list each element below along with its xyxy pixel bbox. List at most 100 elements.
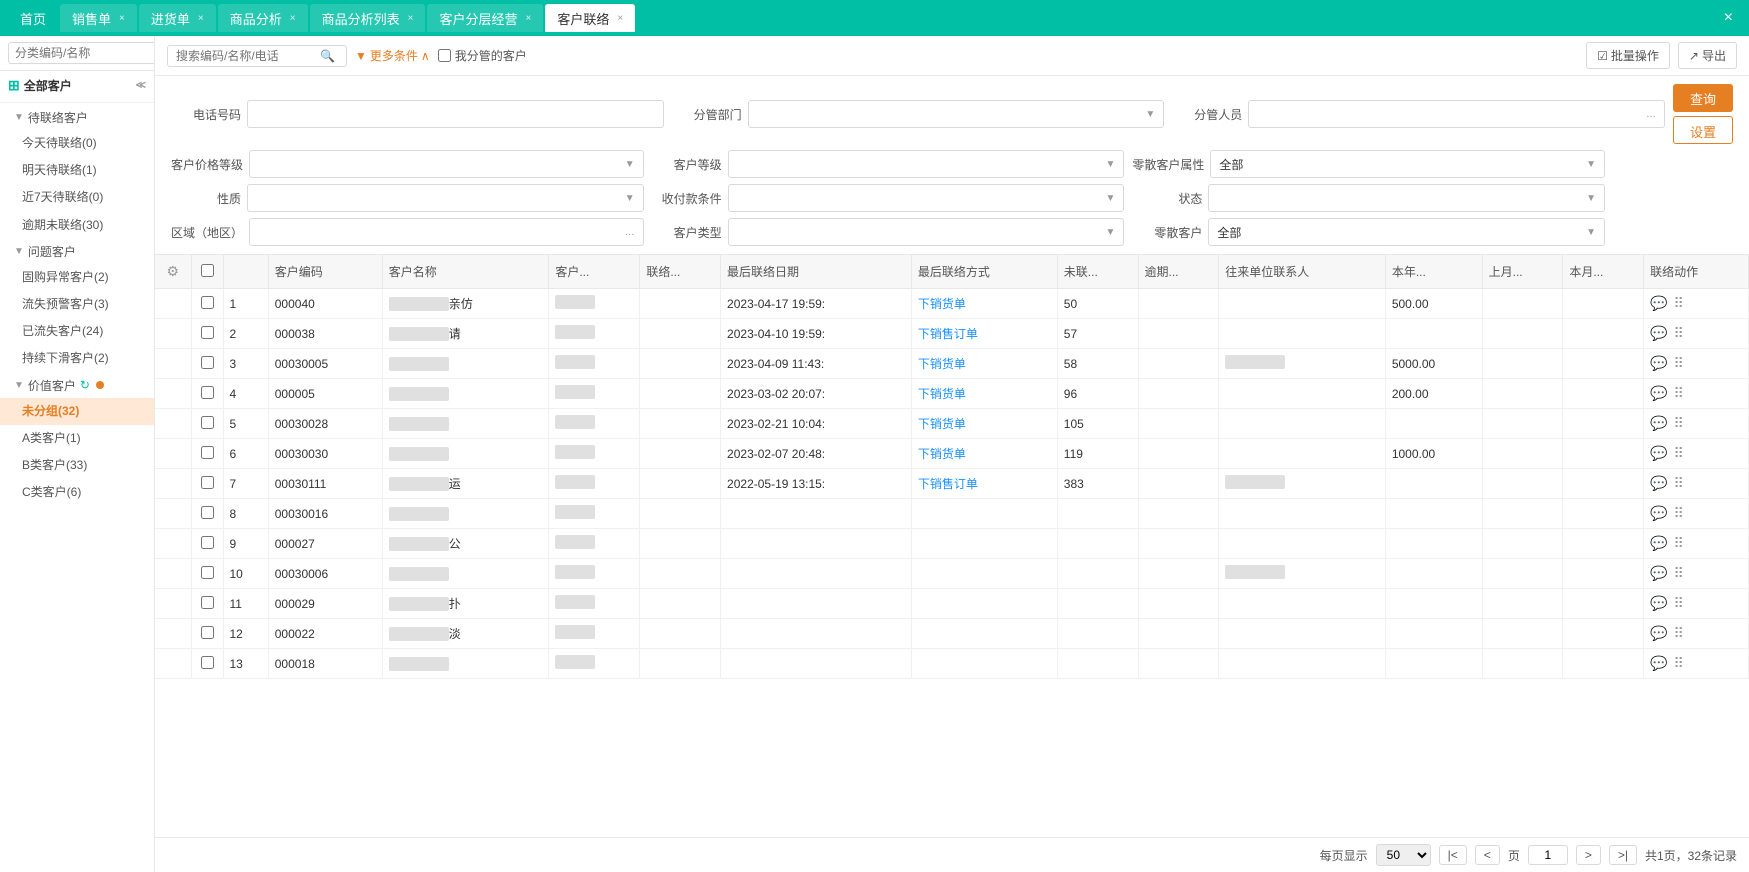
last-page-btn[interactable]: >| bbox=[1609, 845, 1637, 865]
sidebar-all-customers[interactable]: ⊞ 全部客户 ≪ bbox=[0, 71, 154, 100]
person-select[interactable]: … bbox=[1248, 100, 1665, 128]
chat-icon[interactable]: 💬 bbox=[1650, 625, 1667, 642]
main-search-icon[interactable]: 🔍 bbox=[320, 49, 335, 63]
sidebar-item-today[interactable]: 今天待联络(0) bbox=[0, 130, 154, 157]
more-actions-icon[interactable]: ⠿ bbox=[1674, 505, 1684, 522]
my-customers-filter[interactable]: 我分管的客户 bbox=[438, 47, 527, 64]
price-tier-select[interactable]: ▼ bbox=[249, 150, 644, 178]
more-actions-icon[interactable]: ⠿ bbox=[1674, 655, 1684, 672]
row-checkbox[interactable] bbox=[201, 326, 214, 339]
nav-home[interactable]: 首页 bbox=[8, 9, 58, 28]
more-actions-icon[interactable]: ⠿ bbox=[1674, 295, 1684, 312]
sidebar-search-input[interactable] bbox=[8, 42, 155, 64]
col-last-contact-way[interactable]: 最后联络方式 bbox=[911, 255, 1057, 289]
col-last-month[interactable]: 上月... bbox=[1482, 255, 1563, 289]
row-checkbox-cell[interactable] bbox=[191, 379, 223, 409]
contact-way-link[interactable]: 下销货单 bbox=[918, 357, 966, 371]
row-checkbox[interactable] bbox=[201, 596, 214, 609]
row-checkbox-cell[interactable] bbox=[191, 409, 223, 439]
more-actions-icon[interactable]: ⠿ bbox=[1674, 595, 1684, 612]
select-all-checkbox[interactable] bbox=[201, 264, 214, 277]
nav-tab-analysis-list[interactable]: 商品分析列表 × bbox=[310, 4, 426, 32]
nav-tab-customer-contact[interactable]: 客户联络 × bbox=[545, 4, 635, 32]
per-page-select[interactable]: 50 100 200 bbox=[1376, 844, 1431, 866]
row-checkbox[interactable] bbox=[201, 656, 214, 669]
reset-button[interactable]: 设置 bbox=[1673, 116, 1733, 144]
nature-select[interactable]: ▼ bbox=[247, 184, 644, 212]
more-actions-icon[interactable]: ⠿ bbox=[1674, 415, 1684, 432]
chat-icon[interactable]: 💬 bbox=[1650, 325, 1667, 342]
more-actions-icon[interactable]: ⠿ bbox=[1674, 445, 1684, 462]
page-number-input[interactable] bbox=[1528, 845, 1568, 865]
sidebar-value-customers[interactable]: ▼ 价值客户 ↻ bbox=[0, 373, 154, 398]
nav-tab-sales[interactable]: 销售单 × bbox=[60, 4, 137, 32]
row-checkbox-cell[interactable] bbox=[191, 619, 223, 649]
chat-icon[interactable]: 💬 bbox=[1650, 505, 1667, 522]
col-this-month[interactable]: 本月... bbox=[1563, 255, 1644, 289]
row-checkbox-cell[interactable] bbox=[191, 319, 223, 349]
more-actions-icon[interactable]: ⠿ bbox=[1674, 625, 1684, 642]
chat-icon[interactable]: 💬 bbox=[1650, 535, 1667, 552]
query-button[interactable]: 查询 bbox=[1673, 84, 1733, 112]
row-checkbox[interactable] bbox=[201, 296, 214, 309]
contact-way-link[interactable]: 下销货单 bbox=[918, 447, 966, 461]
row-checkbox-cell[interactable] bbox=[191, 499, 223, 529]
row-checkbox-cell[interactable] bbox=[191, 469, 223, 499]
chat-icon[interactable]: 💬 bbox=[1650, 385, 1667, 402]
more-actions-icon[interactable]: ⠿ bbox=[1674, 385, 1684, 402]
chat-icon[interactable]: 💬 bbox=[1650, 355, 1667, 372]
more-actions-icon[interactable]: ⠿ bbox=[1674, 355, 1684, 372]
export-button[interactable]: ↗ 导出 bbox=[1678, 42, 1737, 69]
row-checkbox[interactable] bbox=[201, 506, 214, 519]
close-customer-tier-tab[interactable]: × bbox=[525, 13, 531, 24]
sidebar-item-lost[interactable]: 已流失客户(24) bbox=[0, 318, 154, 345]
contact-way-link[interactable]: 下销货单 bbox=[918, 387, 966, 401]
sidebar-item-class-b[interactable]: B类客户(33) bbox=[0, 452, 154, 479]
status-select[interactable]: ▼ bbox=[1208, 184, 1605, 212]
my-customers-checkbox[interactable] bbox=[438, 49, 451, 62]
sidebar-item-class-c[interactable]: C类客户(6) bbox=[0, 479, 154, 506]
row-checkbox-cell[interactable] bbox=[191, 529, 223, 559]
col-checkbox[interactable] bbox=[191, 255, 223, 289]
row-checkbox[interactable] bbox=[201, 416, 214, 429]
contact-way-link[interactable]: 下销货单 bbox=[918, 297, 966, 311]
row-checkbox[interactable] bbox=[201, 626, 214, 639]
sidebar-item-declining[interactable]: 持续下滑客户(2) bbox=[0, 345, 154, 372]
col-overdue[interactable]: 逾期... bbox=[1138, 255, 1219, 289]
more-actions-icon[interactable]: ⠿ bbox=[1674, 565, 1684, 582]
col-last-contact-date[interactable]: 最后联络日期 bbox=[721, 255, 912, 289]
col-name[interactable]: 客户名称 bbox=[382, 255, 549, 289]
col-no-contact[interactable]: 未联... bbox=[1057, 255, 1138, 289]
more-actions-icon[interactable]: ⠿ bbox=[1674, 475, 1684, 492]
nav-tab-purchase[interactable]: 进货单 × bbox=[139, 4, 216, 32]
col-code[interactable]: 客户编码 bbox=[268, 255, 382, 289]
row-checkbox[interactable] bbox=[201, 566, 214, 579]
row-checkbox-cell[interactable] bbox=[191, 649, 223, 679]
row-checkbox-cell[interactable] bbox=[191, 589, 223, 619]
window-close-button[interactable]: × bbox=[1716, 9, 1741, 27]
first-page-btn[interactable]: |< bbox=[1439, 845, 1467, 865]
batch-ops-button[interactable]: ☑ 批量操作 bbox=[1586, 42, 1670, 69]
sidebar-item-unclassified[interactable]: 未分组(32) bbox=[0, 398, 154, 425]
more-conditions-btn[interactable]: ▼ 更多条件 ∧ bbox=[355, 47, 430, 64]
row-checkbox-cell[interactable] bbox=[191, 559, 223, 589]
sidebar-item-abnormal[interactable]: 固购异常客户(2) bbox=[0, 264, 154, 291]
row-checkbox[interactable] bbox=[201, 536, 214, 549]
close-purchase-tab[interactable]: × bbox=[198, 13, 204, 24]
phone-input[interactable] bbox=[247, 100, 664, 128]
region-select[interactable]: … bbox=[249, 218, 644, 246]
row-checkbox-cell[interactable] bbox=[191, 439, 223, 469]
chat-icon[interactable]: 💬 bbox=[1650, 475, 1667, 492]
scatter-attr-select[interactable]: 全部 ▼ bbox=[1210, 150, 1605, 178]
refresh-icon[interactable]: ↻ bbox=[80, 378, 90, 392]
contact-way-link[interactable]: 下销售订单 bbox=[918, 477, 978, 491]
col-contact-person[interactable]: 往来单位联系人 bbox=[1219, 255, 1386, 289]
row-checkbox[interactable] bbox=[201, 386, 214, 399]
nav-tab-analysis[interactable]: 商品分析 × bbox=[218, 4, 308, 32]
nav-tab-customer-tier[interactable]: 客户分层经营 × bbox=[427, 4, 543, 32]
customer-type-select[interactable]: ▼ bbox=[728, 218, 1125, 246]
row-checkbox[interactable] bbox=[201, 476, 214, 489]
chat-icon[interactable]: 💬 bbox=[1650, 295, 1667, 312]
contact-way-link[interactable]: 下销货单 bbox=[918, 417, 966, 431]
sidebar-problem-customers[interactable]: ▼ 问题客户 bbox=[0, 239, 154, 264]
